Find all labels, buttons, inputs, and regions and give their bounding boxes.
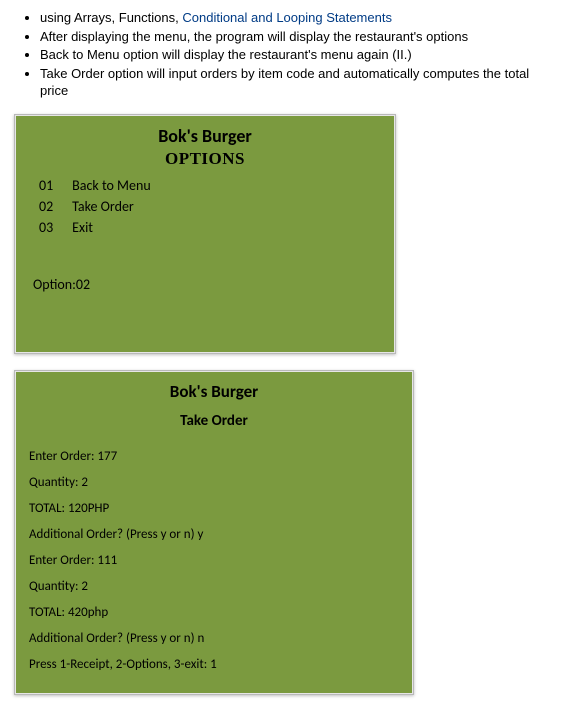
option-label: Exit <box>72 219 93 236</box>
order-line: Press 1-Receipt, 2-Options, 3-exit: 1 <box>29 657 399 672</box>
order-line: Enter Order: 177 <box>29 449 399 464</box>
requirement-text: Take Order option will input orders by i… <box>40 66 529 99</box>
option-prompt: Option:02 <box>33 276 395 293</box>
option-prompt-label: Option: <box>33 276 76 293</box>
order-line: Additional Order? (Press y or n) y <box>29 527 399 542</box>
option-row: 02 Take Order <box>39 198 395 215</box>
option-label: Take Order <box>72 198 134 215</box>
option-row: 01 Back to Menu <box>39 177 395 194</box>
requirement-item: Take Order option will input orders by i… <box>40 65 559 100</box>
requirement-text: After displaying the menu, the program w… <box>40 29 468 44</box>
option-code: 01 <box>39 177 69 194</box>
order-lines: Enter Order: 177 Quantity: 2 TOTAL: 120P… <box>15 449 413 672</box>
option-label: Back to Menu <box>72 177 151 194</box>
options-subtitle: OPTIONS <box>15 149 395 169</box>
requirement-item: Back to Menu option will display the res… <box>40 46 559 64</box>
option-code: 02 <box>39 198 69 215</box>
option-prompt-value: 02 <box>76 276 90 293</box>
take-order-panel: Bok's Burger Take Order Enter Order: 177… <box>14 370 414 695</box>
order-line: Quantity: 2 <box>29 475 399 490</box>
requirement-item: After displaying the menu, the program w… <box>40 28 559 46</box>
requirement-text: using Arrays, Functions <box>40 10 175 25</box>
order-line: TOTAL: 420php <box>29 605 399 620</box>
order-line: TOTAL: 120PHP <box>29 501 399 516</box>
requirement-text: Back to Menu option will display the res… <box>40 47 412 62</box>
options-list: 01 Back to Menu 02 Take Order 03 Exit <box>39 177 395 236</box>
options-title: Bok's Burger <box>15 125 395 147</box>
option-row: 03 Exit <box>39 219 395 236</box>
requirements-list: using Arrays, Functions, Conditional and… <box>14 9 559 100</box>
requirement-item: using Arrays, Functions, Conditional and… <box>40 9 559 27</box>
requirement-highlight: Conditional and Looping Statements <box>182 10 392 25</box>
options-panel: Bok's Burger OPTIONS 01 Back to Menu 02 … <box>14 114 396 354</box>
order-line: Quantity: 2 <box>29 579 399 594</box>
order-line: Additional Order? (Press y or n) n <box>29 631 399 646</box>
order-line: Enter Order: 111 <box>29 553 399 568</box>
option-code: 03 <box>39 219 69 236</box>
order-subtitle: Take Order <box>15 402 413 438</box>
order-title: Bok's Burger <box>15 371 413 402</box>
